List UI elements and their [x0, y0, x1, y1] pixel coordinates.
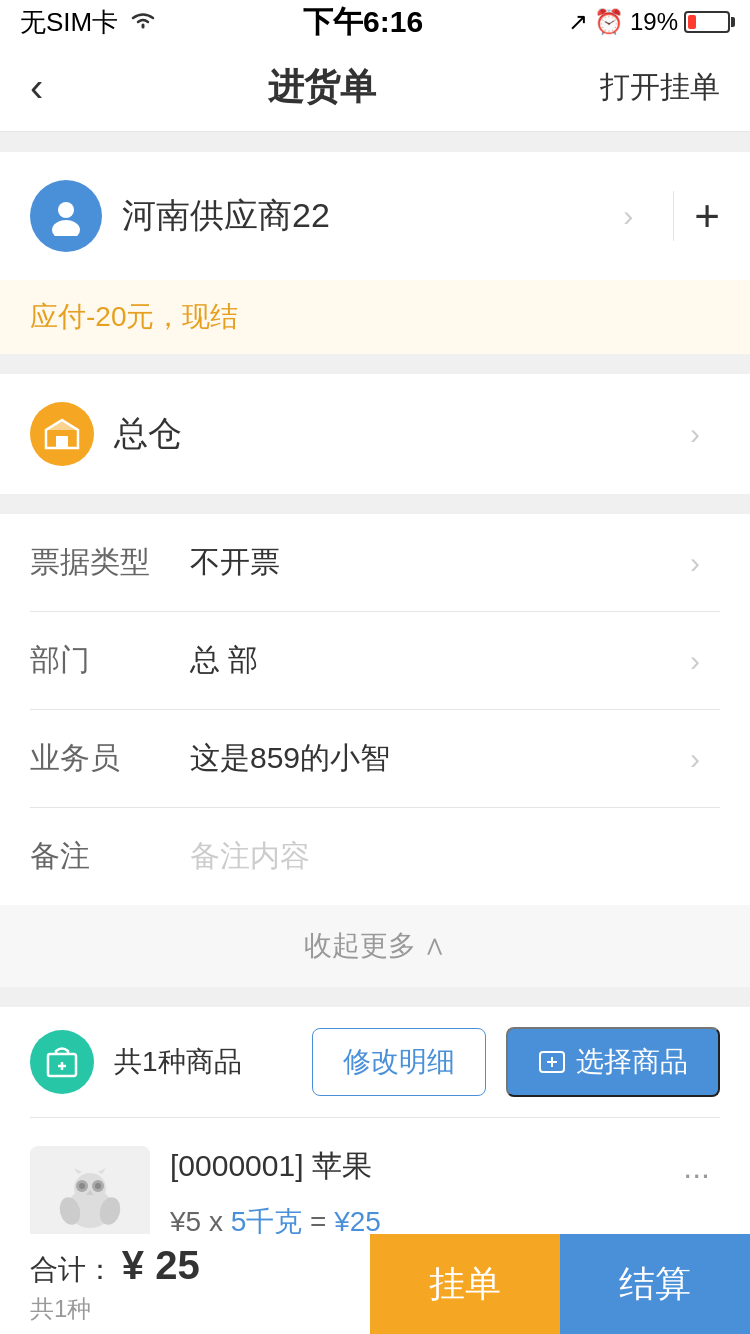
total-amount: ¥ 25: [122, 1243, 200, 1287]
collapse-text: 收起更多 ∧: [304, 930, 447, 961]
product-code: [0000001]: [170, 1149, 312, 1182]
footer: 合计： ¥ 25 共1种 挂单 结算: [0, 1234, 750, 1334]
product-more-button[interactable]: ···: [673, 1146, 720, 1203]
open-pending-button[interactable]: 打开挂单: [600, 67, 720, 108]
wifi-signal: [128, 7, 158, 38]
unit-price: ¥5 x: [170, 1206, 231, 1237]
total-label: 合计：: [30, 1254, 114, 1285]
salesperson-row[interactable]: 业务员 这是859的小智 ›: [0, 710, 750, 807]
salesperson-value: 这是859的小智: [150, 738, 690, 779]
footer-total: 合计： ¥ 25 共1种: [0, 1234, 370, 1334]
separator-2: [0, 354, 750, 374]
separator-1: [0, 132, 750, 152]
checkout-button[interactable]: 结算: [560, 1234, 750, 1334]
ticket-type-value: 不开票: [150, 542, 690, 583]
nav-bar: ‹ 进货单 打开挂单: [0, 44, 750, 132]
form-section: 票据类型 不开票 › 部门 总 部 › 业务员 这是859的小智 › 备注 备注…: [0, 514, 750, 905]
battery-percentage: 19%: [630, 8, 678, 36]
product-info: [0000001] 苹果 ¥5 x 5千克 = ¥25: [170, 1146, 653, 1241]
svg-point-1: [52, 220, 80, 236]
remark-input[interactable]: 备注内容: [150, 836, 720, 877]
status-carrier: 无SIM卡: [20, 5, 158, 40]
alarm-icon: ⏰: [594, 8, 624, 36]
add-supplier-button[interactable]: +: [694, 191, 720, 241]
svg-point-16: [95, 1183, 101, 1189]
quantity: 5千克: [231, 1206, 303, 1237]
status-icons: ↗ ⏰ 19%: [568, 8, 730, 36]
payment-notice: 应付-20元，现结: [0, 280, 750, 354]
svg-marker-20: [74, 1168, 82, 1174]
products-count: 共1种商品: [114, 1043, 292, 1081]
footer-total-main: 合计： ¥ 25: [30, 1243, 340, 1289]
status-time: 下午6:16: [303, 2, 423, 43]
collapse-row[interactable]: 收起更多 ∧: [0, 905, 750, 987]
supplier-section: 河南供应商22 › + 应付-20元，现结: [0, 152, 750, 354]
supplier-name: 河南供应商22: [122, 193, 623, 239]
warehouse-chevron-icon: ›: [690, 417, 700, 451]
svg-rect-3: [56, 436, 68, 448]
supplier-row[interactable]: 河南供应商22 › +: [0, 152, 750, 280]
department-value: 总 部: [150, 640, 690, 681]
location-icon: ↗: [568, 8, 588, 36]
equals: =: [310, 1206, 334, 1237]
battery-icon: [684, 11, 730, 33]
remark-row[interactable]: 备注 备注内容: [0, 808, 750, 905]
supplier-chevron-icon: ›: [623, 199, 633, 233]
page-title: 进货单: [268, 63, 376, 112]
separator-3: [0, 494, 750, 514]
svg-marker-4: [46, 420, 78, 430]
ticket-type-label: 票据类型: [30, 542, 150, 583]
svg-point-15: [79, 1183, 85, 1189]
department-label: 部门: [30, 640, 150, 681]
divider: [673, 191, 674, 241]
carrier-text: 无SIM卡: [20, 5, 118, 40]
remark-label: 备注: [30, 836, 150, 877]
warehouse-section: 总仓 ›: [0, 374, 750, 494]
department-chevron-icon: ›: [690, 644, 700, 678]
svg-marker-21: [98, 1168, 106, 1174]
separator-4: [0, 987, 750, 1007]
ticket-type-chevron-icon: ›: [690, 546, 700, 580]
ticket-type-row[interactable]: 票据类型 不开票 ›: [0, 514, 750, 611]
product-name: [0000001] 苹果: [170, 1146, 653, 1187]
salesperson-label: 业务员: [30, 738, 150, 779]
back-button[interactable]: ‹: [30, 65, 43, 110]
warehouse-name: 总仓: [114, 411, 690, 457]
status-bar: 无SIM卡 下午6:16 ↗ ⏰ 19%: [0, 0, 750, 44]
warehouse-icon: [30, 402, 94, 466]
supplier-avatar: [30, 180, 102, 252]
svg-point-0: [58, 202, 74, 218]
footer-total-sub: 共1种: [30, 1293, 340, 1325]
select-product-button[interactable]: 选择商品: [506, 1027, 720, 1097]
product-title: 苹果: [312, 1149, 372, 1182]
products-header: 共1种商品 修改明细 选择商品: [0, 1007, 750, 1117]
department-row[interactable]: 部门 总 部 ›: [0, 612, 750, 709]
products-icon: [30, 1030, 94, 1094]
total-price: ¥25: [334, 1206, 381, 1237]
select-product-label: 选择商品: [576, 1043, 688, 1081]
edit-detail-button[interactable]: 修改明细: [312, 1028, 486, 1096]
salesperson-chevron-icon: ›: [690, 742, 700, 776]
warehouse-row[interactable]: 总仓 ›: [0, 374, 750, 494]
pending-button[interactable]: 挂单: [370, 1234, 560, 1334]
